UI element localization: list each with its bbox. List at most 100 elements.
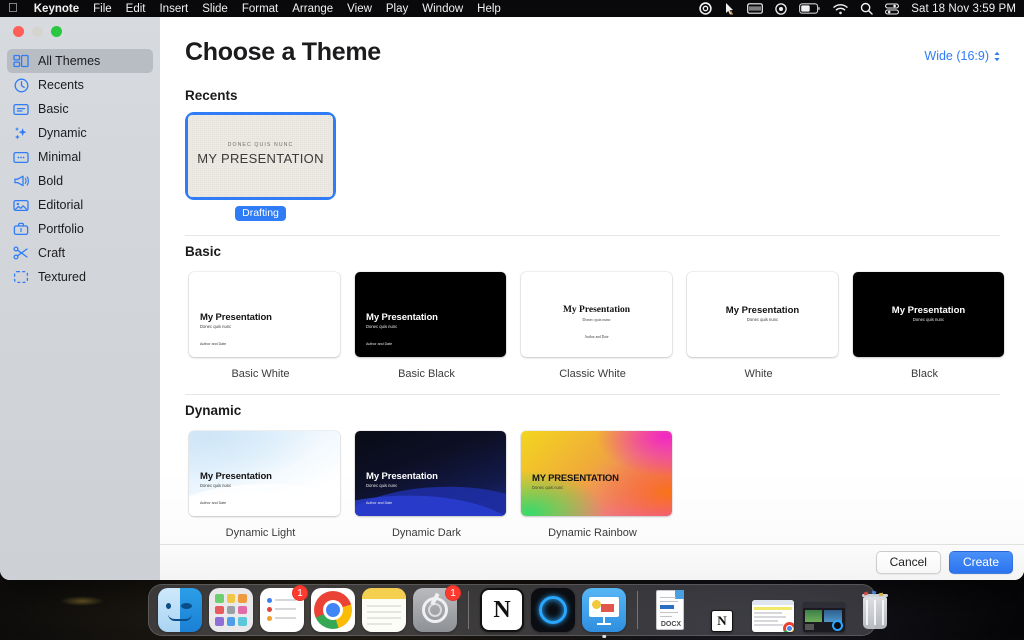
sidebar-item-craft[interactable]: Craft bbox=[7, 241, 153, 265]
dock-item-launchpad[interactable] bbox=[209, 588, 253, 632]
theme-card-basic-white[interactable]: My Presentation Donec quis nunc Author a… bbox=[185, 268, 340, 380]
menu-item-edit[interactable]: Edit bbox=[126, 3, 146, 15]
sidebar-item-label: Dynamic bbox=[38, 126, 87, 140]
menu-item-window[interactable]: Window bbox=[422, 3, 463, 15]
menu-item-insert[interactable]: Insert bbox=[159, 3, 188, 15]
theme-thumbnail-selected[interactable]: DONEC QUIS NUNC MY PRESENTATION bbox=[185, 112, 336, 200]
dock-minimized-notion[interactable]: N bbox=[700, 588, 744, 632]
battery-icon[interactable] bbox=[799, 3, 821, 14]
theme-thumbnail-wrap[interactable]: My Presentation Donec quis nunc Author a… bbox=[351, 427, 506, 520]
dock-item-notes[interactable] bbox=[362, 588, 406, 632]
zoom-button[interactable] bbox=[51, 26, 62, 37]
siri-icon[interactable] bbox=[699, 2, 712, 15]
dock-item-chrome[interactable] bbox=[311, 588, 355, 632]
dock-item-docx-file[interactable]: DOCX bbox=[649, 588, 693, 632]
docx-file-label: DOCX bbox=[660, 621, 682, 628]
dock-item-keynote[interactable] bbox=[582, 588, 626, 638]
dock-item-finder[interactable] bbox=[158, 588, 202, 632]
slide-preview: My Presentation Donec quis nunc Author a… bbox=[521, 272, 672, 357]
theme-thumbnail-wrap[interactable]: My Presentation Donec quis nunc Author a… bbox=[185, 427, 340, 520]
sidebar-item-dynamic[interactable]: Dynamic bbox=[7, 121, 153, 145]
dock-item-system-settings[interactable]: 1 bbox=[413, 585, 461, 632]
sidebar-item-label: Basic bbox=[38, 102, 69, 116]
dock-minimized-desktop[interactable] bbox=[802, 588, 846, 632]
finder-icon bbox=[158, 588, 202, 632]
theme-card-black[interactable]: My Presentation Donec quis nunc Black bbox=[849, 268, 1004, 380]
sidebar-item-basic[interactable]: Basic bbox=[7, 97, 153, 121]
section-basic: Basic My Presentation Donec quis nunc Au… bbox=[160, 235, 1024, 380]
theme-thumbnail-wrap[interactable]: My Presentation Donec quis nunc bbox=[849, 268, 1004, 361]
sidebar-item-all-themes[interactable]: All Themes bbox=[7, 49, 153, 73]
slide-size-picker[interactable]: Wide (16:9) bbox=[924, 49, 1001, 67]
cursor-pointer-icon[interactable] bbox=[724, 2, 735, 15]
window-controls bbox=[0, 17, 160, 46]
theme-label-wrap: Drafting bbox=[185, 200, 336, 221]
apple-menu-icon[interactable]:  bbox=[8, 1, 18, 14]
battery-case-icon[interactable] bbox=[747, 3, 764, 14]
sidebar-item-portfolio[interactable]: Portfolio bbox=[7, 217, 153, 241]
menu-item-file[interactable]: File bbox=[93, 3, 112, 15]
theme-thumbnail: My Presentation Donec quis nunc Author a… bbox=[189, 272, 340, 357]
theme-thumbnail: My Presentation Donec quis nunc Author a… bbox=[355, 272, 506, 357]
theme-thumbnail-wrap[interactable]: My Presentation Donec quis nunc Author a… bbox=[351, 268, 506, 361]
theme-card-basic-black[interactable]: My Presentation Donec quis nunc Author a… bbox=[351, 268, 506, 380]
theme-thumbnail: DONEC QUIS NUNC MY PRESENTATION bbox=[188, 115, 333, 197]
theme-thumbnail: My Presentation Donec quis nunc Author a… bbox=[355, 431, 506, 516]
close-button[interactable] bbox=[13, 26, 24, 37]
menu-item-keynote[interactable]: Keynote bbox=[34, 3, 79, 15]
menu-item-view[interactable]: View bbox=[347, 3, 372, 15]
theme-card-dynamic-light[interactable]: My Presentation Donec quis nunc Author a… bbox=[185, 427, 340, 539]
theme-card-white[interactable]: My Presentation Donec quis nunc White bbox=[683, 268, 838, 380]
theme-card-classic-white[interactable]: My Presentation Donec quis nunc Author a… bbox=[517, 268, 672, 380]
dock-item-notion[interactable]: N bbox=[480, 588, 524, 632]
minimize-button[interactable] bbox=[32, 26, 43, 37]
theme-thumbnail-wrap[interactable]: My Presentation Donec quis nunc Author a… bbox=[185, 268, 340, 361]
running-indicator bbox=[602, 634, 606, 638]
menu-item-play[interactable]: Play bbox=[386, 3, 408, 15]
menu-item-help[interactable]: Help bbox=[477, 3, 501, 15]
page-title: Choose a Theme bbox=[185, 38, 381, 66]
menu-bar-clock[interactable]: Sat 18 Nov 3:59 PM bbox=[911, 3, 1016, 15]
theme-card-dynamic-dark[interactable]: My Presentation Donec quis nunc Author a… bbox=[351, 427, 506, 539]
control-center-icon[interactable] bbox=[885, 2, 900, 15]
slide-subtitle: Donec quis nunc bbox=[200, 324, 232, 329]
spreadsheet-window bbox=[752, 600, 794, 632]
menu-item-slide[interactable]: Slide bbox=[202, 3, 228, 15]
menu-item-arrange[interactable]: Arrange bbox=[292, 3, 333, 15]
notion-icon: N bbox=[480, 588, 524, 632]
dock-item-trash[interactable] bbox=[853, 588, 897, 632]
menu-item-format[interactable]: Format bbox=[242, 3, 278, 15]
section-title: Basic bbox=[185, 244, 222, 259]
slide-footer: Author and Date bbox=[366, 501, 393, 505]
slide-preview: My Presentation Donec quis nunc Author a… bbox=[189, 272, 340, 357]
dock-item-reminders[interactable]: 1 bbox=[260, 585, 308, 632]
wallpaper-light-left bbox=[60, 596, 104, 606]
sidebar-item-textured[interactable]: Textured bbox=[7, 265, 153, 289]
theme-thumbnail-wrap[interactable]: My Presentation Donec quis nunc Author a… bbox=[517, 268, 672, 361]
slide-title: My Presentation bbox=[891, 305, 966, 316]
dock-minimized-spreadsheet[interactable] bbox=[751, 588, 795, 632]
theme-thumbnail: My Presentation Donec quis nunc bbox=[853, 272, 1004, 357]
sidebar-item-recents[interactable]: Recents bbox=[7, 73, 153, 97]
slide-preview: My Presentation Donec quis nunc Author a… bbox=[355, 431, 506, 516]
keynote-icon bbox=[582, 588, 626, 632]
megaphone-icon bbox=[13, 173, 29, 189]
theme-thumbnail-wrap[interactable]: My Presentation Donec quis nunc bbox=[683, 268, 838, 361]
chevron-updown-icon bbox=[993, 51, 1001, 62]
wifi-icon[interactable] bbox=[833, 3, 848, 15]
search-icon[interactable] bbox=[860, 2, 874, 15]
theme-card-dynamic-rainbow[interactable]: MY PRESENTATION Donec quis nunc Dynamic … bbox=[517, 427, 672, 539]
dock-item-orb-app[interactable] bbox=[531, 588, 575, 632]
cancel-button[interactable]: Cancel bbox=[875, 551, 941, 574]
theme-thumbnail-wrap[interactable]: MY PRESENTATION Donec quis nunc bbox=[517, 427, 672, 520]
create-button[interactable]: Create bbox=[948, 551, 1013, 574]
slide-title: My Presentation bbox=[562, 305, 631, 315]
sidebar-item-bold[interactable]: Bold bbox=[7, 169, 153, 193]
theme-card-drafting[interactable]: DONEC QUIS NUNC MY PRESENTATION Drafting bbox=[185, 112, 336, 221]
sidebar-item-minimal[interactable]: Minimal bbox=[7, 145, 153, 169]
theme-label: Black bbox=[911, 368, 938, 380]
dock-separator bbox=[468, 591, 469, 629]
sidebar-item-editorial[interactable]: Editorial bbox=[7, 193, 153, 217]
screen-record-icon[interactable] bbox=[775, 2, 788, 15]
sidebar-category-list: All Themes Recents Basic Dynamic Minimal… bbox=[0, 46, 160, 289]
